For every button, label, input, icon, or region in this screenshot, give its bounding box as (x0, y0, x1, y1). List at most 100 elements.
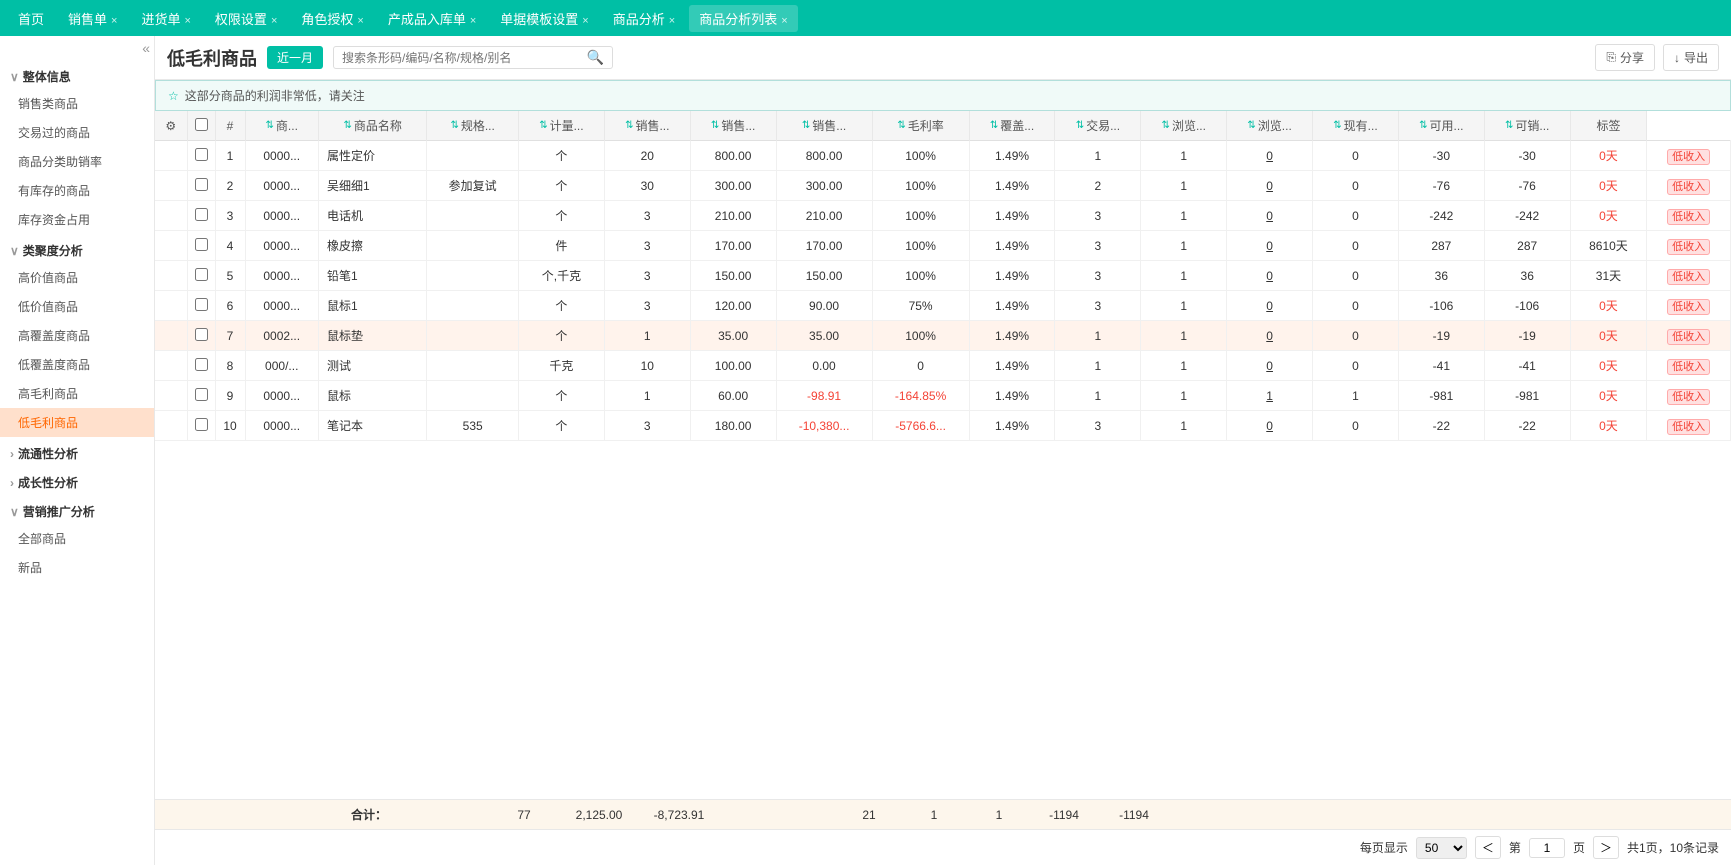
row-check-4[interactable] (187, 261, 215, 291)
row-check-9[interactable] (187, 411, 215, 441)
col-margin-header[interactable]: ⇅毛利率 (872, 111, 969, 141)
nav-product-entry[interactable]: 产成品入库单× (378, 5, 486, 32)
export-button[interactable]: ↓ 导出 (1663, 44, 1719, 71)
row-checkbox-2[interactable] (195, 208, 208, 221)
col-sales-header[interactable]: ⇅销售... (776, 111, 872, 141)
row-browse1-8[interactable]: 1 (1227, 381, 1313, 411)
col-unit-header[interactable]: ⇅计量... (518, 111, 604, 141)
row-checkbox-9[interactable] (195, 418, 208, 431)
col-saleable-header[interactable]: ⇅可销... (1484, 111, 1570, 141)
nav-home[interactable]: 首页 (8, 5, 54, 32)
row-checkbox-6[interactable] (195, 328, 208, 341)
nav-sales[interactable]: 销售单× (58, 5, 127, 32)
row-check-8[interactable] (187, 381, 215, 411)
sidebar-section-cluster[interactable]: ∨ 类聚度分析 (0, 234, 154, 263)
sidebar-item-high-coverage[interactable]: 高覆盖度商品 (0, 321, 154, 350)
row-name-2[interactable]: 电话机 (318, 201, 426, 231)
sidebar-item-low-margin[interactable]: 低毛利商品 (0, 408, 154, 437)
row-name-7[interactable]: 测试 (318, 351, 426, 381)
col-check-all[interactable] (187, 111, 215, 141)
nav-product-analysis-list-close[interactable]: × (781, 15, 787, 27)
share-button[interactable]: ⎘ 分享 (1595, 44, 1655, 71)
col-code-header[interactable]: ⇅商... (245, 111, 318, 141)
row-check-5[interactable] (187, 291, 215, 321)
nav-purchase[interactable]: 进货单× (131, 5, 200, 32)
sidebar-section-growth[interactable]: › 成长性分析 (0, 466, 154, 495)
row-name-8[interactable]: 鼠标 (318, 381, 426, 411)
nav-role-close[interactable]: × (357, 15, 363, 27)
sidebar-item-stocked-products[interactable]: 有库存的商品 (0, 176, 154, 205)
row-browse1-0[interactable]: 0 (1227, 141, 1313, 171)
row-name-0[interactable]: 属性定价 (318, 141, 426, 171)
row-checkbox-8[interactable] (195, 388, 208, 401)
nav-purchase-close[interactable]: × (184, 15, 190, 27)
col-price-header[interactable]: ⇅销售... (690, 111, 776, 141)
col-qty-header[interactable]: ⇅销售... (604, 111, 690, 141)
nav-product-analysis-list[interactable]: 商品分析列表× (689, 5, 797, 32)
nav-sales-close[interactable]: × (111, 15, 117, 27)
col-name-header[interactable]: ⇅商品名称 (318, 111, 426, 141)
sidebar-item-new-products[interactable]: 新品 (0, 553, 154, 582)
row-checkbox-4[interactable] (195, 268, 208, 281)
sidebar-collapse-btn[interactable]: « (0, 36, 154, 60)
row-name-5[interactable]: 鼠标1 (318, 291, 426, 321)
col-spec-header[interactable]: ⇅规格... (427, 111, 519, 141)
sidebar-section-overview[interactable]: ∨ 整体信息 (0, 60, 154, 89)
sidebar-item-sales-products[interactable]: 销售类商品 (0, 89, 154, 118)
page-input[interactable] (1529, 838, 1565, 858)
row-check-0[interactable] (187, 141, 215, 171)
row-checkbox-0[interactable] (195, 148, 208, 161)
nav-permission-close[interactable]: × (271, 15, 277, 27)
row-browse1-5[interactable]: 0 (1227, 291, 1313, 321)
col-coverage-header[interactable]: ⇅覆盖... (969, 111, 1055, 141)
sidebar-item-traded-products[interactable]: 交易过的商品 (0, 118, 154, 147)
row-name-6[interactable]: 鼠标垫 (318, 321, 426, 351)
col-stock-header[interactable]: ⇅现有... (1313, 111, 1399, 141)
row-name-3[interactable]: 橡皮擦 (318, 231, 426, 261)
col-trade-header[interactable]: ⇅交易... (1055, 111, 1141, 141)
nav-template-close[interactable]: × (582, 15, 588, 27)
row-browse1-4[interactable]: 0 (1227, 261, 1313, 291)
row-browse1-9[interactable]: 0 (1227, 411, 1313, 441)
sidebar-item-high-margin[interactable]: 高毛利商品 (0, 379, 154, 408)
col-browse2-header[interactable]: ⇅浏览... (1227, 111, 1313, 141)
row-browse1-7[interactable]: 0 (1227, 351, 1313, 381)
row-checkbox-1[interactable] (195, 178, 208, 191)
row-checkbox-7[interactable] (195, 358, 208, 371)
time-filter-button[interactable]: 近一月 (267, 46, 323, 69)
row-checkbox-3[interactable] (195, 238, 208, 251)
row-checkbox-5[interactable] (195, 298, 208, 311)
sidebar-item-low-value[interactable]: 低价值商品 (0, 292, 154, 321)
row-browse1-1[interactable]: 0 (1227, 171, 1313, 201)
sidebar-item-stock-capital[interactable]: 库存资金占用 (0, 205, 154, 234)
sidebar-section-circulation[interactable]: › 流通性分析 (0, 437, 154, 466)
sidebar-section-marketing[interactable]: ∨ 营销推广分析 (0, 495, 154, 524)
row-browse1-6[interactable]: 0 (1227, 321, 1313, 351)
sidebar-item-low-coverage[interactable]: 低覆盖度商品 (0, 350, 154, 379)
nav-template[interactable]: 单据模板设置× (490, 5, 598, 32)
row-name-4[interactable]: 铅笔1 (318, 261, 426, 291)
col-browse1-header[interactable]: ⇅浏览... (1141, 111, 1227, 141)
nav-role[interactable]: 角色授权× (291, 5, 373, 32)
col-available-header[interactable]: ⇅可用... (1398, 111, 1484, 141)
nav-permission[interactable]: 权限设置× (205, 5, 287, 32)
row-check-2[interactable] (187, 201, 215, 231)
nav-product-entry-close[interactable]: × (470, 15, 476, 27)
nav-product-analysis-close[interactable]: × (669, 15, 675, 27)
col-settings[interactable]: ⚙ (155, 111, 187, 141)
next-page-btn[interactable]: ＞ (1593, 836, 1619, 859)
row-check-7[interactable] (187, 351, 215, 381)
row-name-1[interactable]: 吴细细1 (318, 171, 426, 201)
check-all-checkbox[interactable] (195, 118, 208, 131)
prev-page-btn[interactable]: ＜ (1475, 836, 1501, 859)
row-browse1-2[interactable]: 0 (1227, 201, 1313, 231)
row-check-6[interactable] (187, 321, 215, 351)
sidebar-item-category-sales-rate[interactable]: 商品分类助销率 (0, 147, 154, 176)
search-input[interactable] (342, 51, 587, 65)
sidebar-item-high-value[interactable]: 高价值商品 (0, 263, 154, 292)
nav-product-analysis[interactable]: 商品分析× (603, 5, 685, 32)
row-browse1-3[interactable]: 0 (1227, 231, 1313, 261)
row-check-1[interactable] (187, 171, 215, 201)
row-check-3[interactable] (187, 231, 215, 261)
row-name-9[interactable]: 笔记本 (318, 411, 426, 441)
